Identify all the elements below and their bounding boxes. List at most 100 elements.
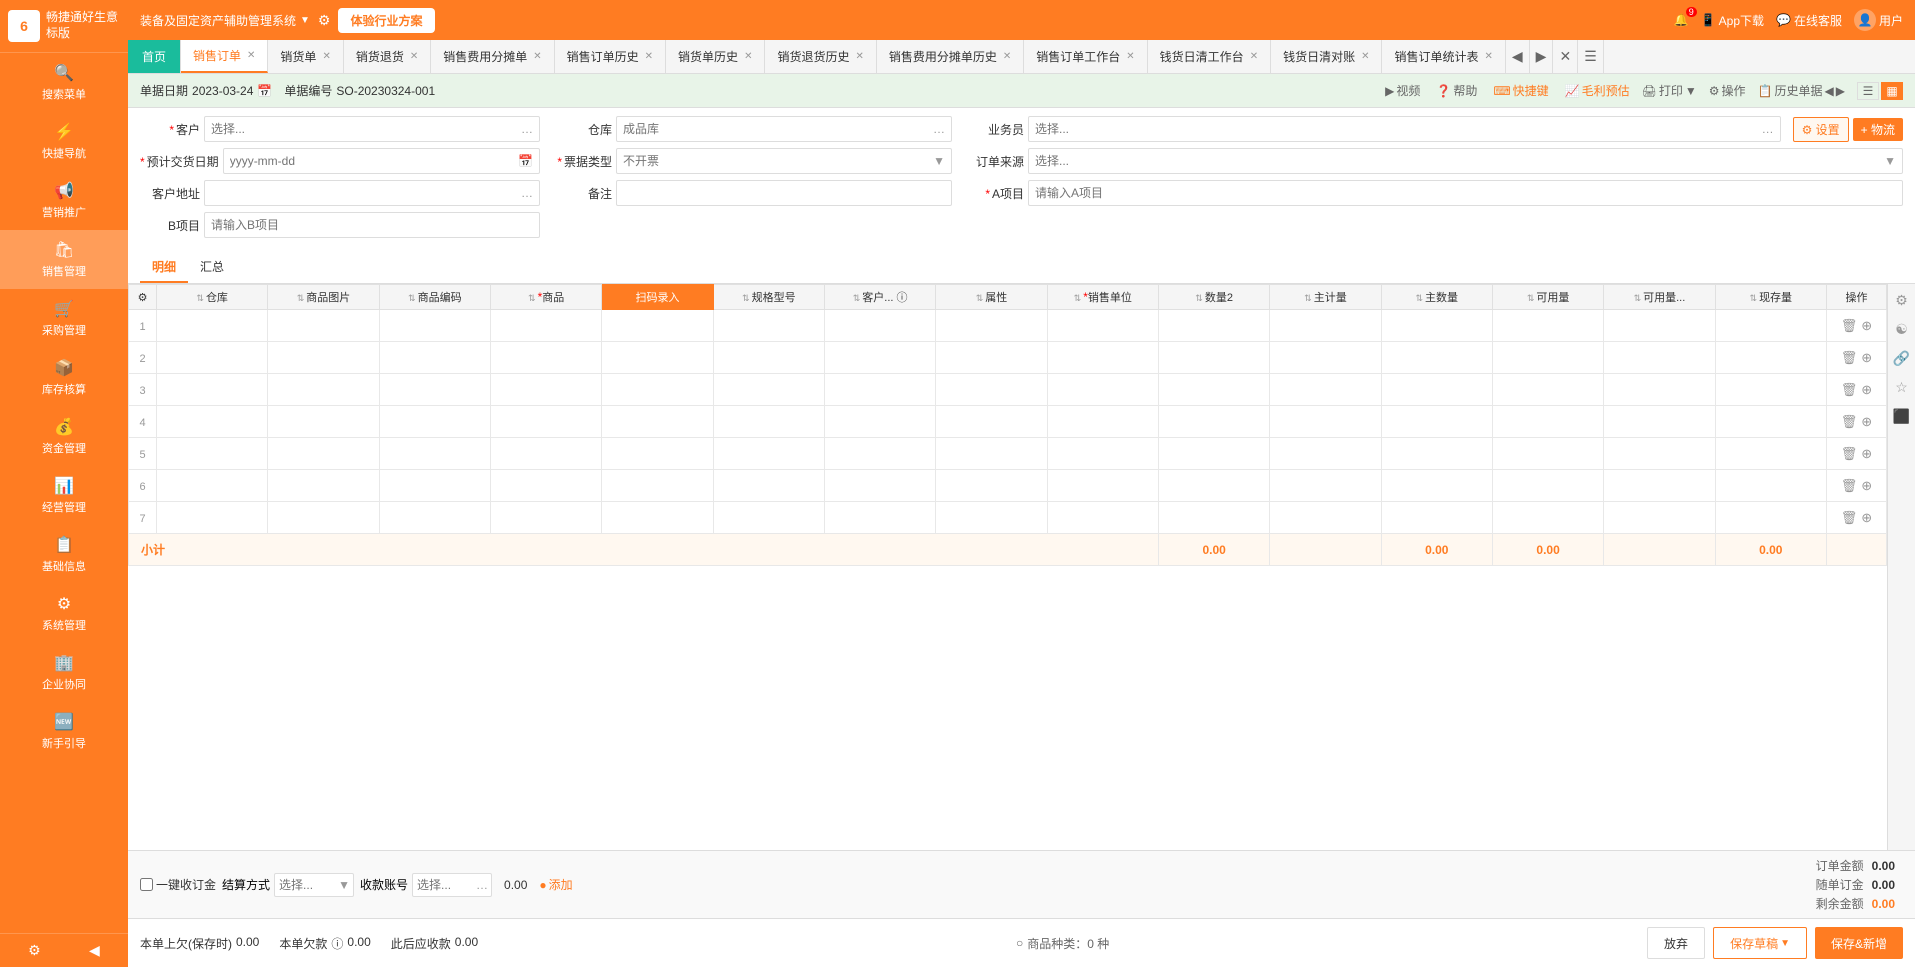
sidebar-item-system[interactable]: ⚙ 系统管理 <box>0 584 128 643</box>
help-btn[interactable]: ❓ 帮助 <box>1432 80 1481 101</box>
tab-close-icon[interactable]: ✕ <box>322 51 330 62</box>
tab-close-icon[interactable]: ✕ <box>533 51 541 62</box>
tab-close-all-btn[interactable]: ✕ <box>1553 40 1578 73</box>
right-settings-icon[interactable]: ⚙ <box>1895 292 1908 309</box>
add-row-btn[interactable]: + 物流 <box>1853 118 1903 141</box>
row-unit-cell[interactable] <box>1047 310 1158 342</box>
warehouse-dots-btn[interactable]: … <box>927 122 951 136</box>
shortcut-btn[interactable]: ⌨ 快捷键 <box>1489 80 1552 101</box>
layout-list-btn[interactable]: ☰ <box>1857 82 1879 100</box>
row-spec-cell[interactable] <box>713 310 824 342</box>
tab-daily-reconcile[interactable]: 钱货日清对账 ✕ <box>1271 40 1382 73</box>
row-customer-code-cell[interactable] <box>824 310 935 342</box>
row-product-cell[interactable] <box>490 310 601 342</box>
sidebar-item-operations[interactable]: 📊 经营管理 <box>0 466 128 525</box>
tab-daily-workbench[interactable]: 钱货日清工作台 ✕ <box>1148 40 1271 73</box>
layout-grid-btn[interactable]: ▦ <box>1881 82 1903 100</box>
operation-btn[interactable]: ⚙ 操作 <box>1705 80 1750 101</box>
sidebar-item-basic[interactable]: 📋 基础信息 <box>0 525 128 584</box>
tab-expense-history[interactable]: 销售费用分摊单历史 ✕ <box>877 40 1024 73</box>
view-btn[interactable]: ▶ 视频 <box>1381 80 1424 101</box>
sidebar-item-finance[interactable]: 💰 资金管理 <box>0 407 128 466</box>
profit-btn[interactable]: 📈 毛利预估 <box>1561 80 1634 101</box>
salesperson-input[interactable] <box>1029 117 1756 141</box>
col-settings[interactable]: ⚙ <box>129 285 157 310</box>
sidebar-item-quicknav[interactable]: ⚡ 快捷导航 <box>0 112 128 171</box>
right-link-icon[interactable]: 🔗 <box>1893 350 1910 367</box>
delete-row-icon[interactable]: 🗑 <box>1841 478 1858 494</box>
col-scan[interactable]: 扫码录入 <box>602 285 713 310</box>
tab-close-icon[interactable]: ✕ <box>1126 51 1134 62</box>
copy-row-icon[interactable]: ⊕ <box>1861 318 1872 334</box>
copy-row-icon[interactable]: ⊕ <box>1861 446 1872 462</box>
tab-close-icon[interactable]: ✕ <box>855 51 863 62</box>
delete-row-icon[interactable]: 🗑 <box>1841 510 1858 526</box>
tab-return-history[interactable]: 销货退货历史 ✕ <box>765 40 876 73</box>
tab-close-icon[interactable]: ✕ <box>744 51 752 62</box>
tab-sales-invoice[interactable]: 销货单 ✕ <box>268 40 343 73</box>
tab-sales-expense[interactable]: 销售费用分摊单 ✕ <box>431 40 554 73</box>
row-current-cell[interactable] <box>1715 310 1826 342</box>
save-draft-dropdown-icon[interactable]: ▼ <box>1780 938 1790 949</box>
sidebar-item-enterprise[interactable]: 🏢 企业协同 <box>0 643 128 702</box>
customer-input[interactable] <box>205 117 515 141</box>
tab-close-icon[interactable]: ✕ <box>247 50 255 61</box>
detail-tab-mingxi[interactable]: 明细 <box>140 252 188 283</box>
copy-row-icon[interactable]: ⊕ <box>1861 382 1872 398</box>
tab-sales-return[interactable]: 销货退货 ✕ <box>344 40 431 73</box>
one-click-checkout-input[interactable] <box>140 878 153 891</box>
copy-row-icon[interactable]: ⊕ <box>1861 350 1872 366</box>
tab-close-icon[interactable]: ✕ <box>645 51 653 62</box>
app-download-link[interactable]: 📱 App下载 <box>1701 12 1764 29</box>
row-available2-cell[interactable] <box>1604 310 1715 342</box>
note-input[interactable] <box>617 181 951 205</box>
history-btn[interactable]: 📋 历史单据 ◀ ▶ <box>1758 82 1845 99</box>
user-menu[interactable]: 👤 用户 <box>1854 9 1903 31</box>
row-available-cell[interactable] <box>1492 310 1603 342</box>
customer-address-input[interactable] <box>205 181 515 205</box>
row-qty2-cell[interactable] <box>1158 310 1269 342</box>
sidebar-item-search[interactable]: 🔍 搜索菜单 <box>0 53 128 112</box>
settings-config-btn[interactable]: ⚙ 设置 <box>1793 117 1849 142</box>
sidebar-item-guide[interactable]: 🆕 新手引导 <box>0 702 128 761</box>
tab-home[interactable]: 首页 <box>128 40 181 73</box>
solution-button[interactable]: 体验行业方案 <box>338 8 434 33</box>
tab-sales-order[interactable]: 销售订单 ✕ <box>181 40 268 73</box>
settlement-input[interactable] <box>275 874 335 896</box>
one-click-checkout-checkbox[interactable]: 一键收订金 <box>140 876 216 893</box>
project-a-input[interactable] <box>1029 181 1902 205</box>
tab-close-icon[interactable]: ✕ <box>1250 51 1258 62</box>
customer-dots-btn[interactable]: … <box>515 122 539 136</box>
online-service-link[interactable]: 💬 在线客服 <box>1776 12 1842 29</box>
collapse-icon[interactable]: ◀ <box>89 942 100 959</box>
order-source-dropdown[interactable]: ▼ <box>1878 154 1902 168</box>
warehouse-input[interactable] <box>617 117 927 141</box>
invoice-type-input[interactable] <box>617 149 927 173</box>
salesperson-dots-btn[interactable]: … <box>1756 122 1780 136</box>
delivery-date-input[interactable] <box>224 149 512 173</box>
row-main-unit-cell[interactable] <box>1270 310 1381 342</box>
tab-invoice-history[interactable]: 销货单历史 ✕ <box>666 40 765 73</box>
settlement-dropdown-icon[interactable]: ▼ <box>335 878 353 892</box>
settings-bottom-icon[interactable]: ⚙ <box>28 942 41 959</box>
add-receipt-btn[interactable]: ● 添加 <box>539 876 572 893</box>
row-warehouse-cell[interactable] <box>157 310 268 342</box>
delete-row-icon[interactable]: 🗑 <box>1841 446 1858 462</box>
customer-address-dots[interactable]: … <box>515 186 539 200</box>
tab-close-icon[interactable]: ✕ <box>410 51 418 62</box>
invoice-type-dropdown-icon[interactable]: ▼ <box>927 154 951 168</box>
settings-gear-icon[interactable]: ⚙ <box>318 12 331 29</box>
data-table-container[interactable]: ⚙ ⇅仓库 ⇅商品图片 ⇅商品编码 ⇅*商品 扫码录入 ⇅规格型号 ⇅客户...… <box>128 284 1887 850</box>
discard-button[interactable]: 放弃 <box>1647 927 1705 959</box>
tab-close-icon[interactable]: ✕ <box>1485 51 1493 62</box>
right-star-icon[interactable]: ☆ <box>1895 379 1908 396</box>
order-source-input[interactable] <box>1029 149 1878 173</box>
sidebar-item-marketing[interactable]: 📢 营销推广 <box>0 171 128 230</box>
tab-order-stats[interactable]: 销售订单统计表 ✕ <box>1382 40 1505 73</box>
right-qr-icon[interactable]: ⬛ <box>1893 408 1910 425</box>
tab-close-icon[interactable]: ✕ <box>1003 51 1011 62</box>
right-fingerprint-icon[interactable]: ☯ <box>1895 321 1908 338</box>
save-draft-button[interactable]: 保存草稿 ▼ <box>1713 927 1807 959</box>
row-attr-cell[interactable] <box>936 310 1047 342</box>
row-main-qty-cell[interactable] <box>1381 310 1492 342</box>
